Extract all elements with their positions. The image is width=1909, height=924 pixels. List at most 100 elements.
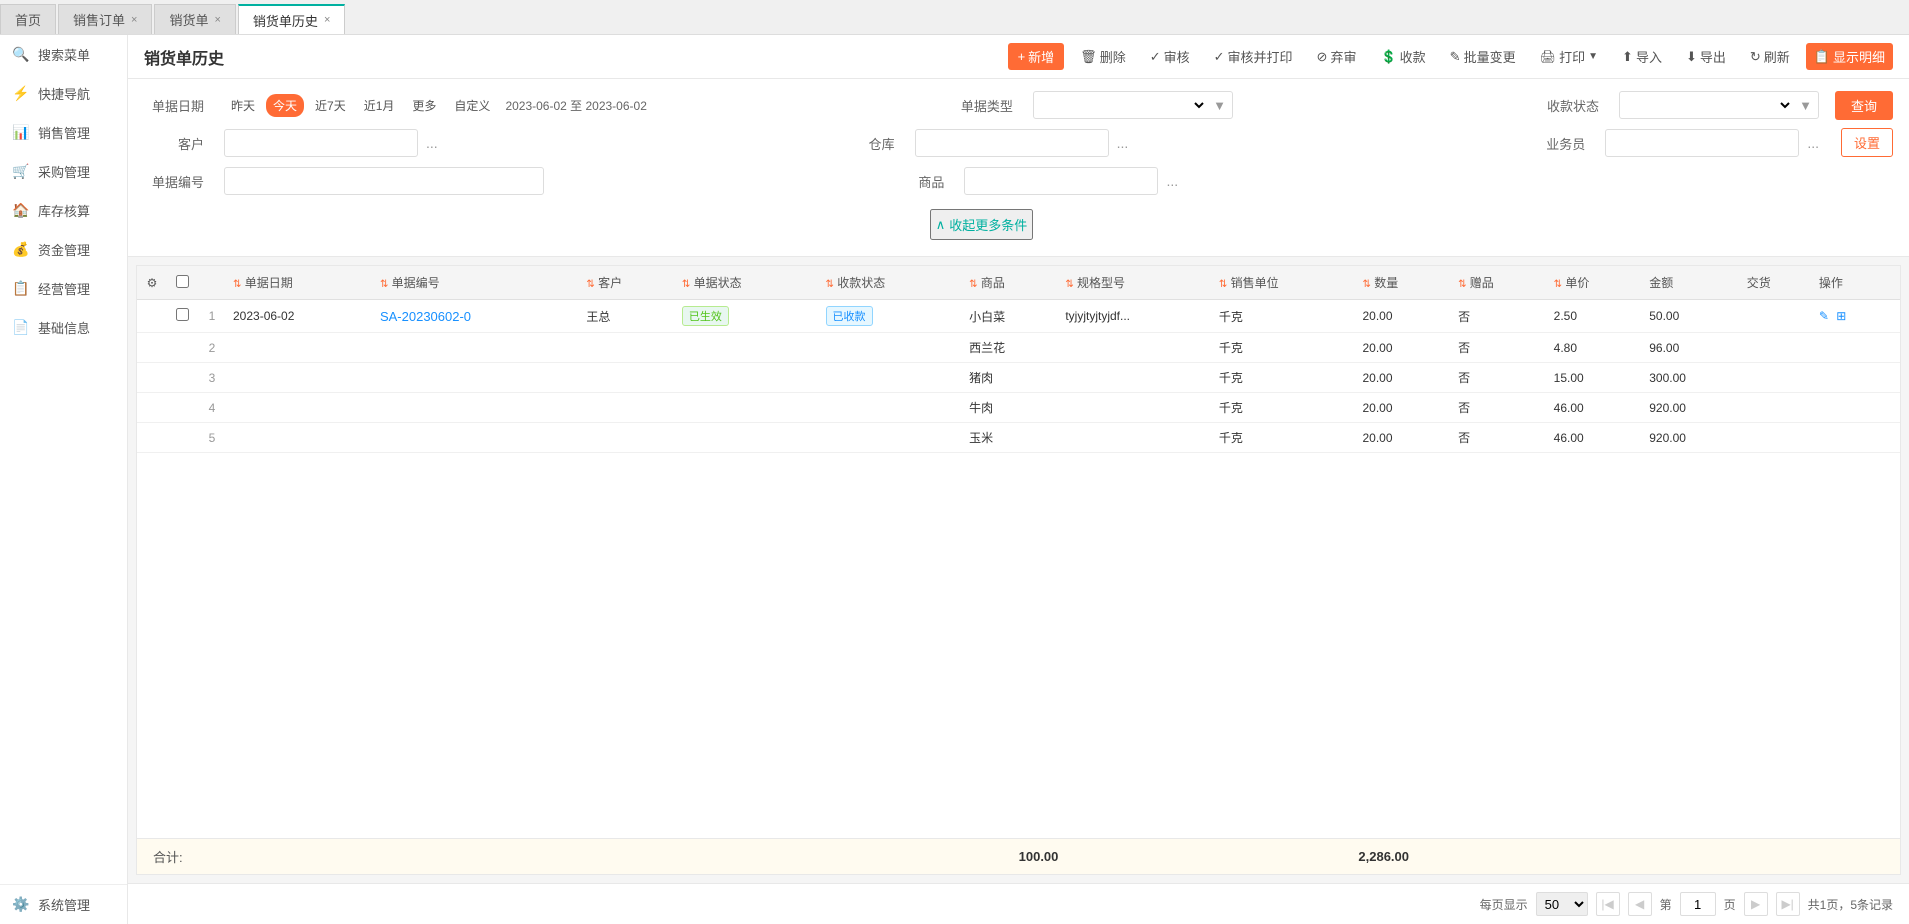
more-date-btn[interactable]: 更多: [405, 94, 443, 117]
refresh-icon: ↻: [1750, 49, 1761, 65]
sidebar-item-inventory[interactable]: 🏠 库存核算: [0, 191, 127, 230]
tab-sales-history-close[interactable]: ×: [324, 14, 330, 26]
collapse-label: 收起更多条件: [949, 215, 1027, 234]
col-quantity-header[interactable]: ⇅ 数量: [1356, 266, 1452, 300]
import-icon: ⬆: [1622, 49, 1633, 65]
col-sales-unit-header[interactable]: ⇅ 销售单位: [1213, 266, 1357, 300]
customer-more-icon[interactable]: ...: [426, 135, 438, 151]
collect-status-select[interactable]: [1620, 92, 1793, 118]
export-button[interactable]: ⬇ 导出: [1678, 43, 1734, 70]
row5-num: 5: [197, 423, 227, 453]
sidebar-item-basic-info[interactable]: 📄 基础信息: [0, 308, 127, 347]
audit-print-button[interactable]: ✓ 审核并打印: [1206, 43, 1301, 70]
row3-quantity: 20.00: [1356, 363, 1452, 393]
tab-sales-delivery[interactable]: 销货单 ×: [154, 4, 235, 34]
sort-icon4: ⇅: [682, 279, 690, 290]
tab-sales-order-close[interactable]: ×: [131, 14, 137, 26]
refresh-button[interactable]: ↻ 刷新: [1742, 43, 1798, 70]
col-spec-header[interactable]: ⇅ 规格型号: [1059, 266, 1213, 300]
row1-edit-btn[interactable]: ✎: [1819, 309, 1829, 323]
sidebar-item-operations[interactable]: 📋 经营管理: [0, 269, 127, 308]
per-page-select[interactable]: 50 100 200: [1536, 892, 1588, 916]
collapse-btn[interactable]: ∧ 收起更多条件: [930, 209, 1034, 240]
show-detail-button-label: 显示明细: [1833, 47, 1885, 66]
col-doc-status-header[interactable]: ⇅ 单据状态: [676, 266, 820, 300]
page-input[interactable]: [1680, 892, 1716, 916]
tab-sales-delivery-close[interactable]: ×: [214, 14, 220, 26]
select-all-checkbox[interactable]: [176, 275, 189, 288]
setting-button[interactable]: 设置: [1841, 128, 1893, 157]
sidebar-item-sales-mgmt[interactable]: 📊 销售管理: [0, 113, 127, 152]
collect-button[interactable]: 💲 收款: [1372, 43, 1433, 70]
goods-input[interactable]: [964, 167, 1158, 195]
col-doc-number-header[interactable]: ⇅ 单据编号: [374, 266, 580, 300]
col-action-header: 操作: [1813, 266, 1900, 300]
doc-number-input[interactable]: [224, 167, 544, 195]
col-check-header[interactable]: [167, 266, 197, 300]
pagination-bar: 每页显示 50 100 200 |◀ ◀ 第 页 ▶ ▶| 共1页，5条记录: [128, 883, 1909, 924]
col-doc-date-header[interactable]: ⇅ 单据日期: [227, 266, 374, 300]
row1-checkbox[interactable]: [176, 308, 189, 321]
col-settings-header[interactable]: ⚙: [137, 266, 167, 300]
sidebar-item-search-menu[interactable]: 🔍 搜索菜单: [0, 35, 127, 74]
sort-icon2: ⇅: [380, 279, 388, 290]
last-page-btn[interactable]: ▶|: [1776, 892, 1800, 916]
col-collect-status-header[interactable]: ⇅ 收款状态: [820, 266, 964, 300]
row1-transaction: [1741, 300, 1813, 333]
customer-input[interactable]: [224, 129, 418, 157]
col-unit-price-header[interactable]: ⇅ 单价: [1548, 266, 1644, 300]
show-detail-button[interactable]: 📋 显示明细: [1806, 43, 1893, 70]
row4-goods: 牛肉: [963, 393, 1059, 423]
system-mgmt-icon: ⚙️: [12, 896, 30, 914]
prev-page-btn[interactable]: ◀: [1628, 892, 1652, 916]
delete-icon: 🗑: [1080, 49, 1097, 65]
salesperson-input[interactable]: [1605, 129, 1799, 157]
row1-doc-number[interactable]: SA-20230602-0: [374, 300, 580, 333]
doc-type-select[interactable]: [1034, 92, 1207, 118]
tab-home[interactable]: 首页: [0, 4, 56, 34]
row5-transaction: [1741, 423, 1813, 453]
sidebar: 🔍 搜索菜单 ⚡ 快捷导航 📊 销售管理 🛒 采购管理 🏠 库存核算 💰 资金管…: [0, 35, 128, 924]
goods-more-icon[interactable]: ...: [1166, 173, 1178, 189]
print-button[interactable]: 🖨 打印 ▼: [1532, 43, 1606, 70]
table-wrap[interactable]: ⚙ ⇅ 单据日期 ⇅ 单据编号 ⇅ 客户 ⇅ 单据状态 ⇅ 收款状态 ⇅ 商品 …: [137, 266, 1900, 838]
row4-doc-date: [227, 393, 374, 423]
tab-sales-order[interactable]: 销售订单 ×: [58, 4, 152, 34]
tab-sales-delivery-label: 销货单: [169, 10, 208, 29]
last7days-btn[interactable]: 近7天: [308, 94, 353, 117]
today-btn[interactable]: 今天: [266, 94, 304, 117]
col-goods-header[interactable]: ⇅ 商品: [963, 266, 1059, 300]
finance-icon: 💰: [12, 241, 30, 259]
total-label: 合计:: [153, 847, 183, 866]
row1-check[interactable]: [167, 300, 197, 333]
new-button[interactable]: + 新增: [1008, 43, 1065, 70]
abandon-button[interactable]: ⊘ 弃审: [1309, 43, 1365, 70]
sort-icon10: ⇅: [1458, 279, 1466, 290]
salesperson-more-icon[interactable]: ...: [1807, 135, 1819, 151]
sidebar-item-system-mgmt[interactable]: ⚙️ 系统管理: [0, 884, 127, 924]
delete-button[interactable]: 🗑 删除: [1072, 43, 1134, 70]
col-customer-header[interactable]: ⇅ 客户: [580, 266, 676, 300]
row1-copy-btn[interactable]: ⊞: [1836, 309, 1846, 323]
col-num-header: [197, 266, 227, 300]
col-gift-header[interactable]: ⇅ 赠品: [1452, 266, 1548, 300]
row1-customer: 王总: [580, 300, 676, 333]
first-page-btn[interactable]: |◀: [1596, 892, 1620, 916]
tab-sales-history[interactable]: 销货单历史 ×: [238, 4, 345, 34]
warehouse-more-icon[interactable]: ...: [1117, 135, 1129, 151]
sidebar-item-finance[interactable]: 💰 资金管理: [0, 230, 127, 269]
search-menu-icon: 🔍: [12, 46, 30, 64]
warehouse-input[interactable]: [915, 129, 1109, 157]
batch-change-button[interactable]: ✎ 批量变更: [1442, 43, 1524, 70]
audit-button[interactable]: ✓ 审核: [1142, 43, 1198, 70]
yesterday-btn[interactable]: 昨天: [224, 94, 262, 117]
import-button[interactable]: ⬆ 导入: [1614, 43, 1670, 70]
custom-date-btn[interactable]: 自定义: [447, 94, 497, 117]
row1-doc-number-link[interactable]: SA-20230602-0: [380, 309, 471, 324]
query-button[interactable]: 查询: [1835, 91, 1893, 120]
sidebar-item-purchase-mgmt[interactable]: 🛒 采购管理: [0, 152, 127, 191]
next-page-btn[interactable]: ▶: [1744, 892, 1768, 916]
last1month-btn[interactable]: 近1月: [357, 94, 402, 117]
refresh-button-label: 刷新: [1764, 47, 1790, 66]
sidebar-item-quick-nav[interactable]: ⚡ 快捷导航: [0, 74, 127, 113]
